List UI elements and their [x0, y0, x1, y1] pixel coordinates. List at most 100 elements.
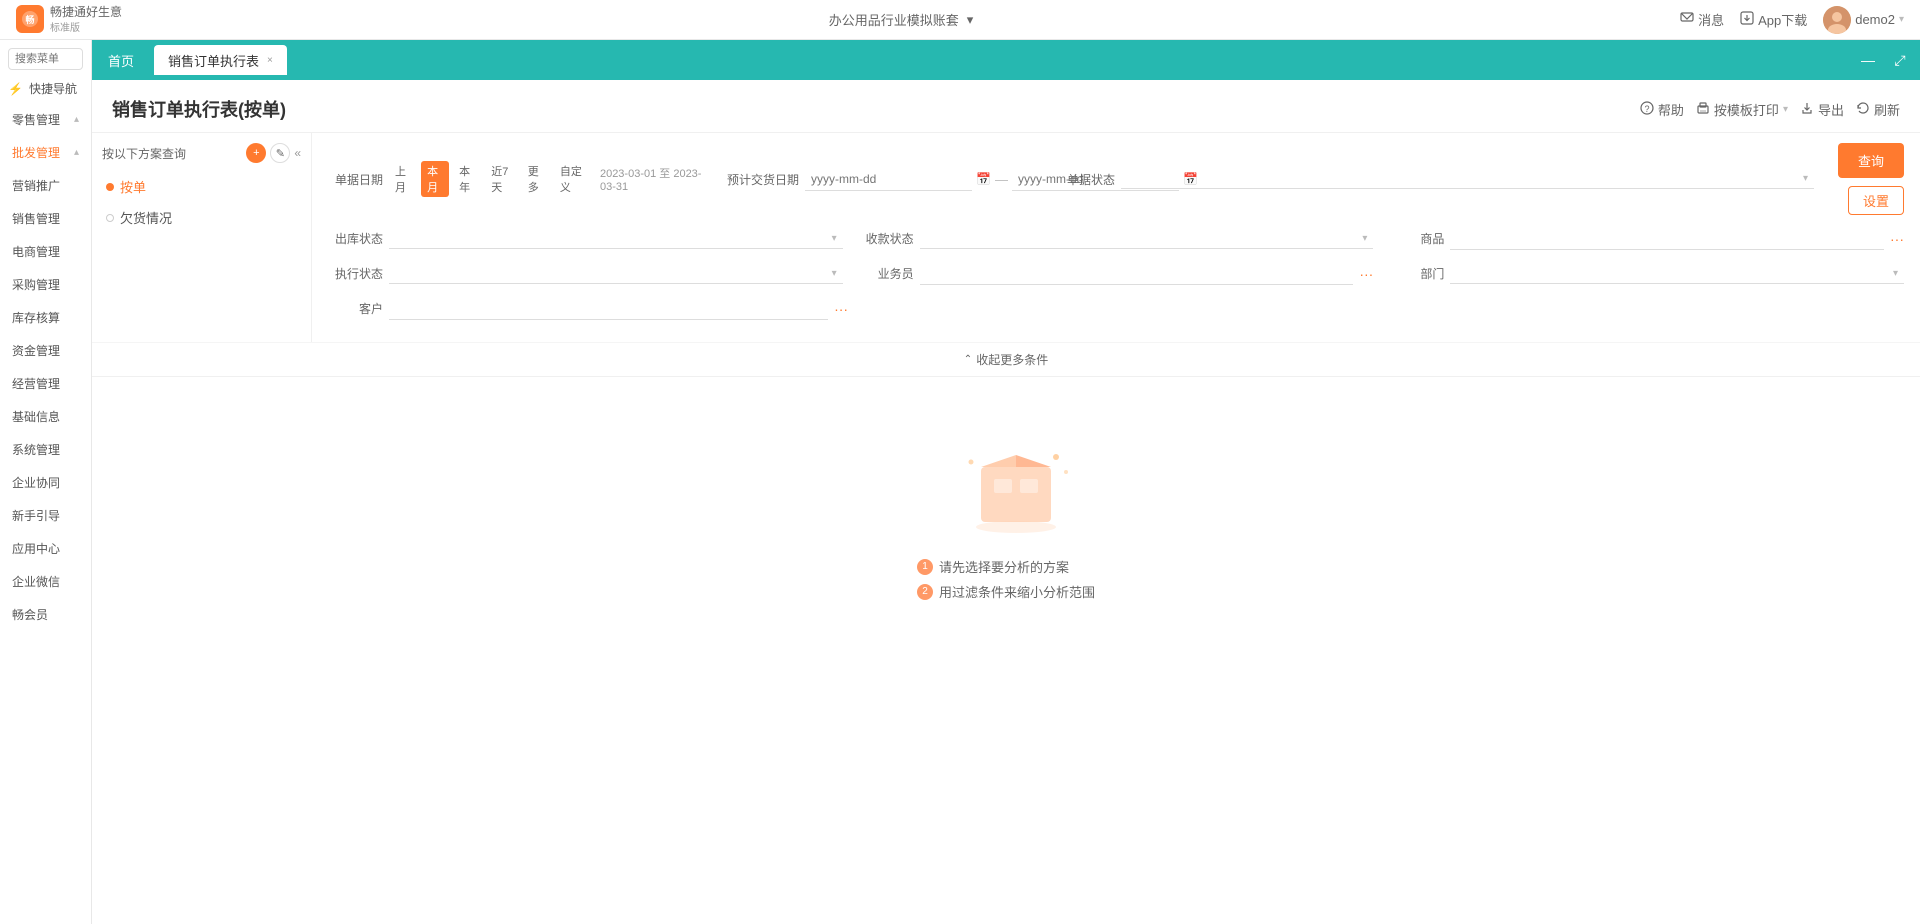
- date-tab-近7天[interactable]: 近7天: [485, 161, 518, 197]
- goods-input[interactable]: [1450, 227, 1884, 250]
- user-area[interactable]: demo2 ▾: [1823, 6, 1904, 34]
- message-btn[interactable]: 消息: [1680, 10, 1724, 29]
- date-tab-上月[interactable]: 上月: [389, 161, 417, 197]
- sidebar-item-14[interactable]: 企业微信: [0, 565, 91, 598]
- inactive-dot-icon: [106, 214, 114, 222]
- logo-text-area: 畅捷通好生意 标准版: [50, 5, 122, 34]
- logo-icon: 畅: [16, 5, 44, 33]
- exec-status-label: 执行状态: [328, 265, 383, 282]
- main-layout: ⚡ 快捷导航 零售管理▴批发管理▴营销推广销售管理电商管理采购管理库存核算资金管…: [0, 40, 1920, 924]
- filter-exec-status-item: 执行状态 ▾: [328, 264, 843, 284]
- print-icon: [1696, 101, 1710, 118]
- date-tab-本月[interactable]: 本月: [421, 161, 449, 197]
- page-header-actions: ? 帮助 按模板打印: [1640, 100, 1900, 119]
- logo-main-text: 畅捷通好生意: [50, 5, 122, 19]
- filter-customer-item: 客户 ···: [328, 297, 848, 320]
- query-button[interactable]: 查询: [1838, 143, 1904, 178]
- refresh-label: 刷新: [1874, 100, 1900, 119]
- query-btn-group: 查询 设置: [1830, 143, 1904, 215]
- goods-label: 商品: [1389, 230, 1444, 247]
- sidebar-item-1[interactable]: 批发管理▴: [0, 136, 91, 169]
- payment-status-select[interactable]: ▾: [920, 229, 1374, 249]
- status-select[interactable]: ▾: [1121, 169, 1814, 189]
- print-btn[interactable]: 按模板打印 ▾: [1696, 100, 1788, 119]
- tab-close-icon[interactable]: ×: [267, 55, 273, 66]
- top-bar-left: 畅 畅捷通好生意 标准版: [16, 5, 122, 34]
- filter-dept-item: 部门 ▾: [1389, 264, 1904, 284]
- left-panel-items: 按单欠货情况: [102, 171, 301, 233]
- filter-status-item: 单据状态 ▾: [1060, 169, 1814, 189]
- top-nav-title: 办公用品行业模拟账套: [829, 10, 959, 29]
- sidebar-item-12[interactable]: 新手引导: [0, 499, 91, 532]
- filter-panel-action-btns: + ✎ «: [246, 143, 301, 163]
- empty-hint-1: 1 请先选择要分析的方案: [917, 557, 1095, 576]
- empty-hint-1-num: 1: [917, 559, 933, 575]
- delivery-status-select[interactable]: ▾: [389, 229, 843, 249]
- search-input[interactable]: [8, 48, 83, 70]
- salesperson-more-icon[interactable]: ···: [1359, 266, 1373, 282]
- add-scheme-btn[interactable]: +: [246, 143, 266, 163]
- tab-active-label: 销售订单执行表: [168, 51, 259, 70]
- top-nav-arrow-icon[interactable]: ▾: [967, 12, 974, 28]
- sidebar-item-2[interactable]: 营销推广: [0, 169, 91, 202]
- status-select-arrow-icon: ▾: [1803, 173, 1808, 184]
- tab-home[interactable]: 首页: [92, 40, 150, 80]
- sidebar-item-10[interactable]: 系统管理: [0, 433, 91, 466]
- expected-date-start[interactable]: [805, 168, 972, 191]
- sidebar-item-5[interactable]: 采购管理: [0, 268, 91, 301]
- date-separator: —: [995, 172, 1008, 187]
- app-download-btn[interactable]: App下载: [1740, 10, 1807, 29]
- tab-maximize-btn[interactable]: ⤢: [1888, 48, 1912, 72]
- filter-section-wrapper: 按以下方案查询 + ✎ « 按单欠货情况: [92, 133, 1920, 377]
- customer-input[interactable]: [389, 297, 828, 320]
- left-panel-item-1[interactable]: 欠货情况: [102, 202, 301, 233]
- sidebar-item-3[interactable]: 销售管理: [0, 202, 91, 235]
- sidebar-item-13[interactable]: 应用中心: [0, 532, 91, 565]
- filter-row-4: 客户 ···: [328, 297, 1904, 320]
- tab-active[interactable]: 销售订单执行表 ×: [154, 45, 287, 75]
- filter-panel-header: 按以下方案查询 + ✎ «: [102, 143, 301, 163]
- collapse-more-bar[interactable]: ⌃ 收起更多条件: [92, 342, 1920, 376]
- sidebar-item-quicknav[interactable]: ⚡ 快捷导航: [0, 74, 91, 103]
- edit-scheme-btn[interactable]: ✎: [270, 143, 290, 163]
- salesperson-input[interactable]: [920, 262, 1354, 285]
- customer-more-icon[interactable]: ···: [834, 301, 848, 317]
- sidebar-item-0[interactable]: 零售管理▴: [0, 103, 91, 136]
- date-tab-自定义[interactable]: 自定义: [554, 161, 590, 197]
- tab-minimize-btn[interactable]: —: [1856, 48, 1880, 72]
- logo-sub-text: 标准版: [50, 19, 122, 34]
- sidebar-item-7[interactable]: 资金管理: [0, 334, 91, 367]
- filter-date-item: 单据日期 上月本月本年近7天更多自定义 2023-03-01 至 2023-03…: [328, 161, 708, 197]
- exec-status-select[interactable]: ▾: [389, 264, 843, 284]
- message-icon: [1680, 11, 1694, 28]
- export-btn[interactable]: 导出: [1800, 100, 1844, 119]
- top-center-nav: 办公用品行业模拟账套 ▾: [829, 10, 974, 29]
- date-tab-本年[interactable]: 本年: [453, 161, 481, 197]
- sidebar-item-4[interactable]: 电商管理: [0, 235, 91, 268]
- settings-button[interactable]: 设置: [1848, 186, 1904, 215]
- help-icon: ?: [1640, 101, 1654, 118]
- filter-salesperson-item: 业务员 ···: [859, 262, 1374, 285]
- calendar-start-icon[interactable]: 📅: [976, 172, 991, 186]
- sidebar-menu: 零售管理▴批发管理▴营销推广销售管理电商管理采购管理库存核算资金管理经营管理基础…: [0, 103, 91, 631]
- empty-text-area: 1 请先选择要分析的方案 2 用过滤条件来缩小分析范围: [917, 557, 1095, 607]
- user-name: demo2: [1855, 12, 1895, 27]
- dept-select[interactable]: ▾: [1450, 264, 1904, 284]
- goods-more-icon[interactable]: ···: [1890, 231, 1904, 247]
- sidebar-item-15[interactable]: 畅会员: [0, 598, 91, 631]
- page-title: 销售订单执行表(按单): [112, 96, 286, 122]
- date-tab-更多[interactable]: 更多: [522, 161, 550, 197]
- tab-bar: 首页 销售订单执行表 × — ⤢: [92, 40, 1920, 80]
- left-panel-item-0[interactable]: 按单: [102, 171, 301, 202]
- collapse-panel-btn[interactable]: «: [294, 146, 301, 160]
- sidebar-item-6[interactable]: 库存核算: [0, 301, 91, 334]
- payment-status-label: 收款状态: [859, 230, 914, 247]
- message-label: 消息: [1698, 10, 1724, 29]
- help-btn[interactable]: ? 帮助: [1640, 100, 1684, 119]
- empty-hint-2-num: 2: [917, 584, 933, 600]
- sidebar-item-9[interactable]: 基础信息: [0, 400, 91, 433]
- refresh-btn[interactable]: 刷新: [1856, 100, 1900, 119]
- sidebar-item-8[interactable]: 经营管理: [0, 367, 91, 400]
- sidebar-item-11[interactable]: 企业协同: [0, 466, 91, 499]
- delivery-status-arrow-icon: ▾: [832, 233, 837, 244]
